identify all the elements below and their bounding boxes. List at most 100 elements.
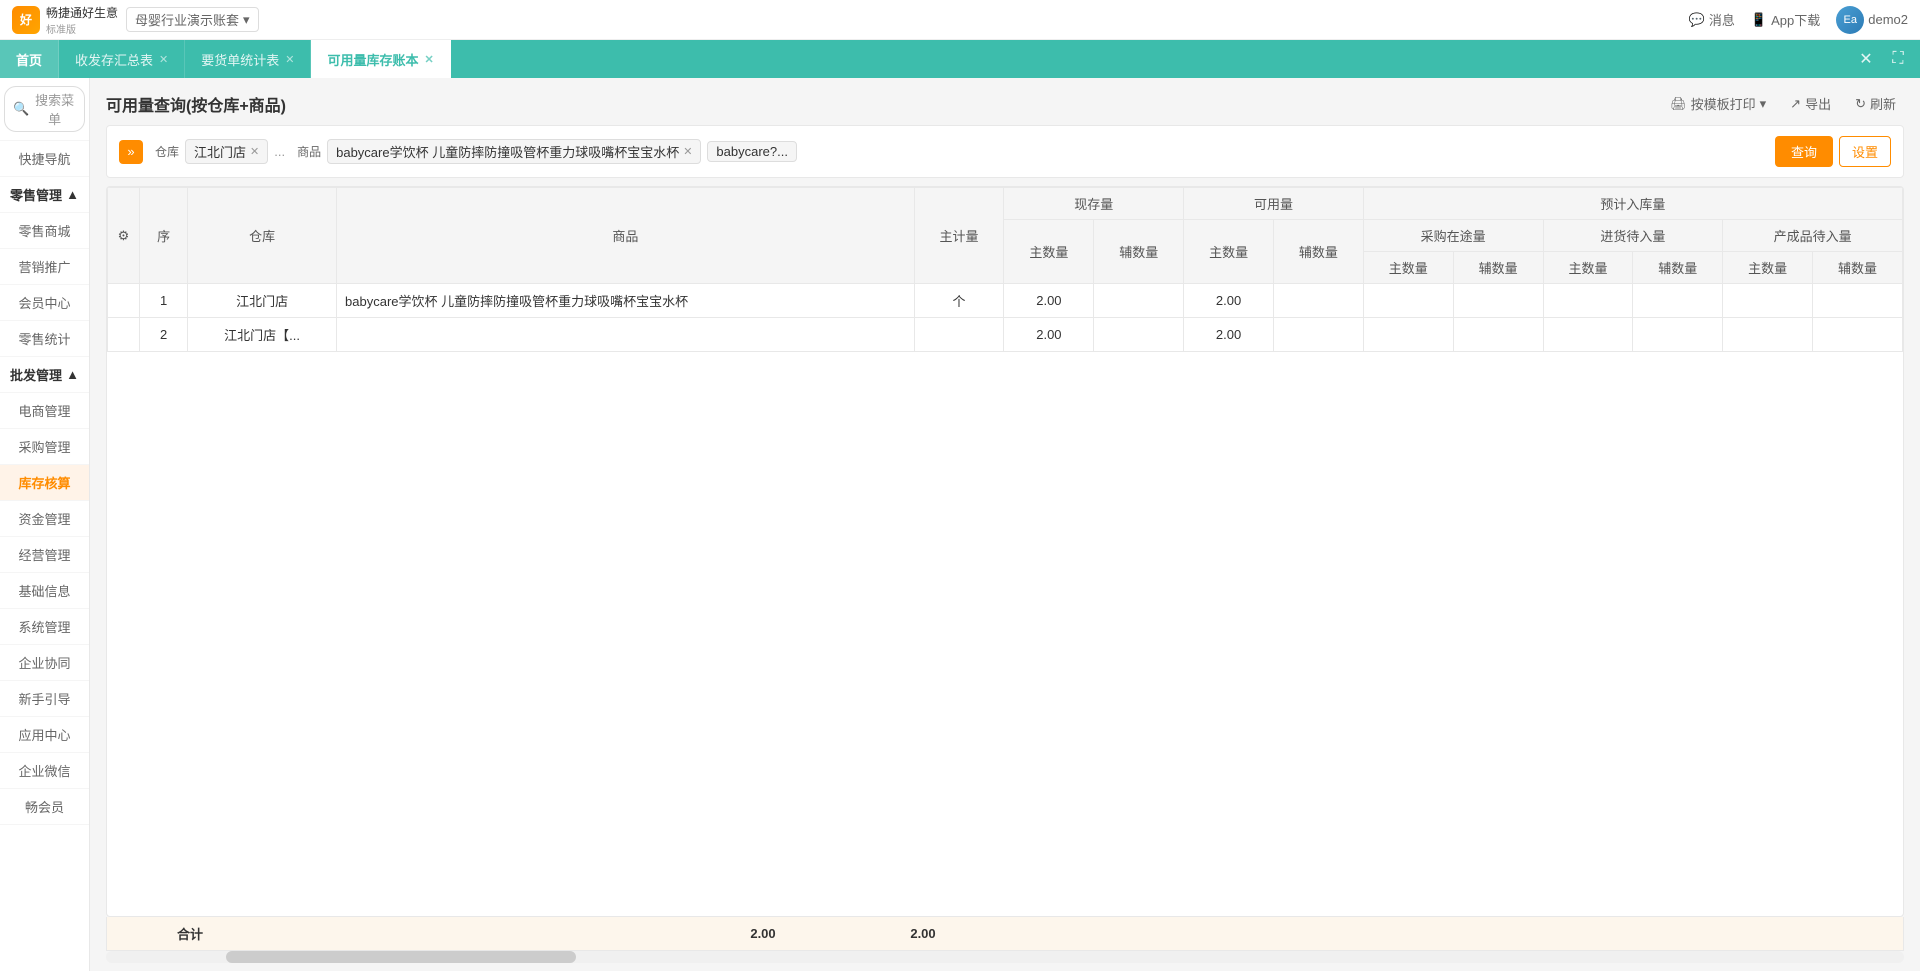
sidebar-item-enterprise[interactable]: 企业协同 [0, 645, 89, 681]
product-tag-label-1: babycare?... [716, 144, 788, 159]
row-production-aux [1813, 284, 1903, 318]
app-download-button[interactable]: 📱 App下载 [1751, 10, 1820, 29]
tab-stock-label: 可用量库存账本 [327, 50, 418, 69]
row-production-main [1723, 318, 1813, 352]
sidebar-item-quick-nav[interactable]: 快捷导航 [0, 141, 89, 177]
sidebar-item-basic-info[interactable]: 基础信息 [0, 573, 89, 609]
row-production-aux [1813, 318, 1903, 352]
ecommerce-label: 电商管理 [18, 404, 70, 419]
maximize-button[interactable]: ⛶ [1884, 45, 1912, 73]
row-avail-main: 2.00 [1184, 284, 1274, 318]
th-stock-group: 现存量 [1004, 188, 1184, 220]
close-window-button[interactable]: ✕ [1852, 45, 1880, 73]
sidebar-item-ecommerce[interactable]: 电商管理 [0, 393, 89, 429]
sidebar-item-retail-mall[interactable]: 零售商城 [0, 213, 89, 249]
sidebar-item-search-menu[interactable]: 🔍 搜索菜单 [0, 78, 89, 141]
print-label: 按模板打印 [1691, 94, 1756, 113]
product-tag-close-0[interactable]: ✕ [683, 145, 692, 158]
row-stock-aux [1094, 284, 1184, 318]
warehouse-dots[interactable]: ... [274, 144, 285, 159]
tab-receive-close[interactable]: ✕ [159, 53, 168, 66]
settings-icon: ⚙ [118, 228, 130, 243]
sidebar-item-member[interactable]: 畅会员 [0, 789, 89, 825]
sidebar: 🔍 搜索菜单 快捷导航 零售管理 ▲ 零售商城 营销推广 会员中心 零售统计 批… [0, 78, 90, 971]
sidebar-item-member-center[interactable]: 会员中心 [0, 285, 89, 321]
sidebar-item-operations[interactable]: 经营管理 [0, 537, 89, 573]
th-product: 商品 [337, 188, 915, 284]
row-production-main [1723, 284, 1813, 318]
logo-text-group: 畅捷通好生意 标准版 [46, 4, 118, 36]
product-tag-1[interactable]: babycare?... [707, 141, 797, 162]
tab-home[interactable]: 首页 [0, 40, 59, 78]
table-row: 1 江北门店 babycare学饮杯 儿童防摔防撞吸管杯重力球吸嘴杯宝宝水杯 个… [108, 284, 1903, 318]
purchase-label: 采购管理 [18, 440, 70, 455]
logo-text: 畅捷通好生意 [46, 4, 118, 21]
sidebar-item-app-center[interactable]: 应用中心 [0, 717, 89, 753]
refresh-button[interactable]: ↻ 刷新 [1847, 90, 1904, 117]
quick-nav-label: 快捷导航 [18, 152, 70, 167]
tab-stock[interactable]: 可用量库存账本 ✕ [311, 40, 450, 78]
sidebar-item-purchase[interactable]: 采购管理 [0, 429, 89, 465]
sidebar-item-stock-check[interactable]: 库存核算 [0, 465, 89, 501]
scrollbar-thumb[interactable] [226, 951, 576, 963]
app-center-label: 应用中心 [18, 728, 70, 743]
top-bar-right: 💬 消息 📱 App下载 Ea demo2 [1689, 6, 1908, 34]
sidebar-item-system-mgmt[interactable]: 系统管理 [0, 609, 89, 645]
sidebar-item-finance[interactable]: 资金管理 [0, 501, 89, 537]
export-button[interactable]: ↗ 导出 [1782, 90, 1839, 117]
marketing-label: 营销推广 [18, 260, 70, 275]
horizontal-scrollbar[interactable] [106, 951, 1904, 963]
tab-order[interactable]: 要货单统计表 ✕ [185, 40, 311, 78]
warehouse-filter-group: 仓库 江北门店 ✕ ... [155, 139, 285, 164]
sidebar-item-wholesale-mgmt[interactable]: 批发管理 ▲ [0, 357, 89, 393]
expand-icon2: ▲ [66, 367, 79, 382]
user-profile[interactable]: Ea demo2 [1836, 6, 1908, 34]
basic-info-label: 基础信息 [18, 584, 70, 599]
row-incoming-aux [1633, 318, 1723, 352]
row-warehouse: 江北门店 [188, 284, 337, 318]
warehouse-tag-0[interactable]: 江北门店 ✕ [185, 139, 268, 164]
setting-button[interactable]: 设置 [1839, 136, 1891, 167]
query-button[interactable]: 查询 [1775, 136, 1833, 167]
product-label: 商品 [297, 143, 321, 160]
username-label: demo2 [1868, 12, 1908, 27]
search-label: 搜索菜单 [33, 90, 76, 128]
page-title: 可用量查询(按仓库+商品) [106, 92, 286, 116]
table-settings-header[interactable]: ⚙ [108, 188, 140, 284]
tab-order-close[interactable]: ✕ [285, 53, 294, 66]
th-production-aux: 辅数量 [1813, 252, 1903, 284]
footer-label: 合计 [177, 924, 257, 943]
th-inbound-group: 预计入库量 [1363, 188, 1902, 220]
th-purchase-aux: 辅数量 [1453, 252, 1543, 284]
print-icon: 🖨 [1670, 96, 1687, 112]
industry-select[interactable]: 母婴行业演示账套 ▾ [126, 7, 259, 32]
finance-label: 资金管理 [18, 512, 70, 527]
sidebar-item-retail-stats[interactable]: 零售统计 [0, 321, 89, 357]
sidebar-item-marketing[interactable]: 营销推广 [0, 249, 89, 285]
stock-check-label: 库存核算 [18, 476, 70, 491]
export-label: 导出 [1805, 94, 1831, 113]
member-center-label: 会员中心 [18, 296, 70, 311]
industry-label: 母婴行业演示账套 [135, 10, 239, 29]
th-available-aux: 辅数量 [1274, 220, 1364, 284]
row-product: babycare学饮杯 儿童防摔防撞吸管杯重力球吸嘴杯宝宝水杯 [337, 284, 915, 318]
retail-mgmt-label: 零售管理 [10, 185, 62, 204]
expand-icon: » [127, 144, 134, 159]
tab-receive[interactable]: 收发存汇总表 ✕ [59, 40, 185, 78]
warehouse-tag-close[interactable]: ✕ [250, 145, 259, 158]
row-stock-main: 2.00 [1004, 318, 1094, 352]
sidebar-item-new-guide[interactable]: 新手引导 [0, 681, 89, 717]
print-chevron-icon: ▾ [1760, 96, 1767, 112]
sidebar-item-retail-mgmt[interactable]: 零售管理 ▲ [0, 177, 89, 213]
content-area: 可用量查询(按仓库+商品) 🖨 按模板打印 ▾ ↗ 导出 ↻ 刷新 [90, 78, 1920, 971]
sidebar-item-enterprise-wechat[interactable]: 企业微信 [0, 753, 89, 789]
tab-stock-close[interactable]: ✕ [425, 53, 434, 66]
print-button[interactable]: 🖨 按模板打印 ▾ [1662, 90, 1774, 117]
message-button[interactable]: 💬 消息 [1689, 10, 1735, 29]
filter-expand-button[interactable]: » [119, 140, 143, 164]
row-purchase-main [1363, 284, 1453, 318]
avatar: Ea [1836, 6, 1864, 34]
product-tag-0[interactable]: babycare学饮杯 儿童防摔防撞吸管杯重力球吸嘴杯宝宝水杯 ✕ [327, 139, 701, 164]
footer-stock-main: 2.00 [723, 926, 803, 941]
row-avail-aux [1274, 284, 1364, 318]
